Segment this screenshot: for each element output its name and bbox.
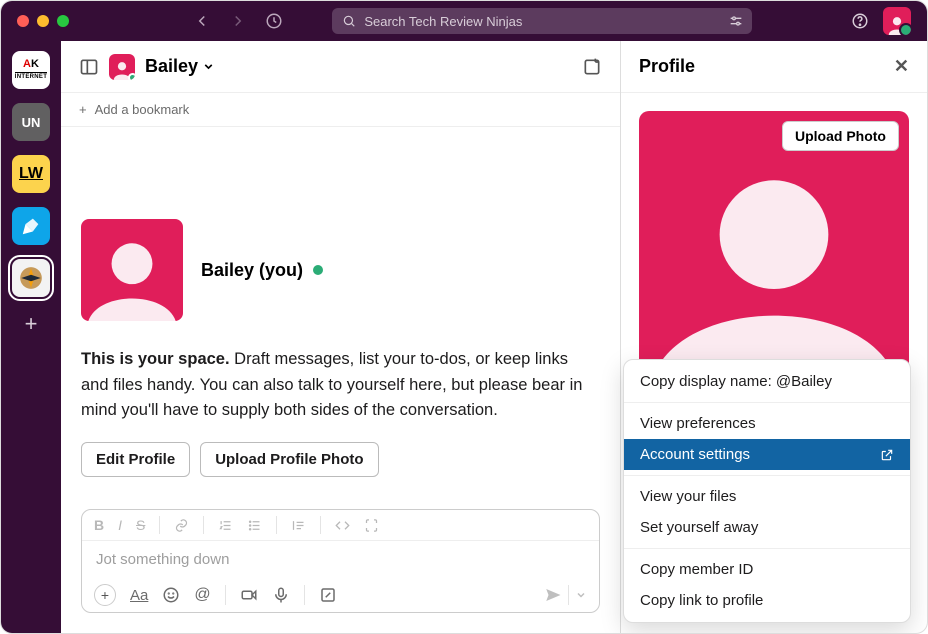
user-avatar[interactable] bbox=[883, 7, 911, 35]
window-controls bbox=[17, 15, 69, 27]
presence-dot-icon bbox=[313, 265, 323, 275]
titlebar: Search Tech Review Ninjas bbox=[1, 1, 927, 41]
video-icon[interactable] bbox=[240, 586, 258, 604]
canvas-icon[interactable] bbox=[582, 57, 602, 77]
strike-icon[interactable]: S bbox=[136, 517, 145, 533]
self-name-label: Bailey (you) bbox=[201, 260, 323, 281]
plus-icon: + bbox=[79, 102, 87, 117]
history-nav bbox=[193, 12, 283, 30]
minimize-window-icon[interactable] bbox=[37, 15, 49, 27]
menu-copy-link-profile[interactable]: Copy link to profile bbox=[624, 585, 910, 616]
send-icon[interactable] bbox=[544, 586, 562, 604]
workspace-current[interactable] bbox=[12, 259, 50, 297]
blockquote-icon[interactable] bbox=[291, 518, 306, 533]
self-avatar bbox=[81, 219, 183, 321]
chevron-down-icon bbox=[202, 60, 215, 73]
bullet-list-icon[interactable] bbox=[247, 518, 262, 533]
composer-input[interactable]: Jot something down bbox=[82, 541, 599, 578]
intro-text: This is your space. Draft messages, list… bbox=[81, 347, 600, 424]
mention-icon[interactable]: @ bbox=[194, 586, 210, 604]
menu-copy-display-name[interactable]: Copy display name: @Bailey bbox=[624, 366, 910, 397]
workspace-pen[interactable] bbox=[12, 207, 50, 245]
menu-account-settings[interactable]: Account settings bbox=[624, 439, 910, 470]
history-icon[interactable] bbox=[265, 12, 283, 30]
bold-icon[interactable]: B bbox=[94, 517, 104, 533]
message-area: Bailey (you) This is your space. Draft m… bbox=[61, 127, 620, 495]
help-icon[interactable] bbox=[851, 12, 869, 30]
profile-photo: Upload Photo bbox=[639, 111, 909, 381]
upload-photo-button[interactable]: Upload Photo bbox=[782, 121, 899, 151]
search-icon bbox=[342, 14, 356, 28]
search-input[interactable]: Search Tech Review Ninjas bbox=[332, 8, 752, 34]
code-icon[interactable] bbox=[335, 518, 350, 533]
workspace-lw[interactable]: LW bbox=[12, 155, 50, 193]
presence-indicator-icon bbox=[128, 73, 135, 80]
edit-profile-button[interactable]: Edit Profile bbox=[81, 442, 190, 477]
channel-name-button[interactable]: Bailey bbox=[145, 56, 215, 77]
italic-icon[interactable]: I bbox=[118, 517, 122, 533]
menu-set-away[interactable]: Set yourself away bbox=[624, 512, 910, 543]
link-icon[interactable] bbox=[174, 518, 189, 533]
channel-header: Bailey bbox=[61, 41, 620, 93]
workspace-un[interactable]: UN bbox=[12, 103, 50, 141]
external-link-icon bbox=[880, 448, 894, 462]
menu-account-settings-label: Account settings bbox=[640, 446, 750, 463]
format-toolbar: B I S bbox=[82, 510, 599, 541]
channel-avatar-icon bbox=[109, 54, 135, 80]
workspace-ak[interactable]: AKINTERNET bbox=[12, 51, 50, 89]
menu-view-preferences[interactable]: View preferences bbox=[624, 408, 910, 439]
filter-icon[interactable] bbox=[728, 13, 744, 29]
message-composer[interactable]: B I S Jot something down bbox=[81, 509, 600, 613]
add-workspace-icon[interactable]: + bbox=[25, 311, 38, 337]
close-window-icon[interactable] bbox=[17, 15, 29, 27]
mic-icon[interactable] bbox=[272, 586, 290, 604]
workspace-rail: AKINTERNET UN LW + bbox=[1, 41, 61, 633]
search-placeholder: Search Tech Review Ninjas bbox=[364, 14, 522, 29]
forward-icon[interactable] bbox=[229, 12, 247, 30]
bookmark-bar[interactable]: + Add a bookmark bbox=[61, 93, 620, 127]
send-options-icon[interactable] bbox=[575, 589, 587, 601]
channel-name-label: Bailey bbox=[145, 56, 198, 77]
add-bookmark-label: Add a bookmark bbox=[95, 102, 190, 117]
shortcut-icon[interactable] bbox=[319, 586, 337, 604]
emoji-icon[interactable] bbox=[162, 586, 180, 604]
attach-icon[interactable]: + bbox=[94, 584, 116, 606]
menu-view-files[interactable]: View your files bbox=[624, 481, 910, 512]
ordered-list-icon[interactable] bbox=[218, 518, 233, 533]
text-format-icon[interactable]: Aa bbox=[130, 587, 148, 604]
codeblock-icon[interactable] bbox=[364, 518, 379, 533]
close-icon[interactable]: ✕ bbox=[894, 56, 909, 77]
maximize-window-icon[interactable] bbox=[57, 15, 69, 27]
profile-context-menu: Copy display name: @Bailey View preferen… bbox=[623, 359, 911, 623]
back-icon[interactable] bbox=[193, 12, 211, 30]
profile-title: Profile bbox=[639, 56, 695, 77]
sidebar-toggle-icon[interactable] bbox=[79, 57, 99, 77]
upload-profile-photo-button[interactable]: Upload Profile Photo bbox=[200, 442, 378, 477]
menu-copy-member-id[interactable]: Copy member ID bbox=[624, 554, 910, 585]
